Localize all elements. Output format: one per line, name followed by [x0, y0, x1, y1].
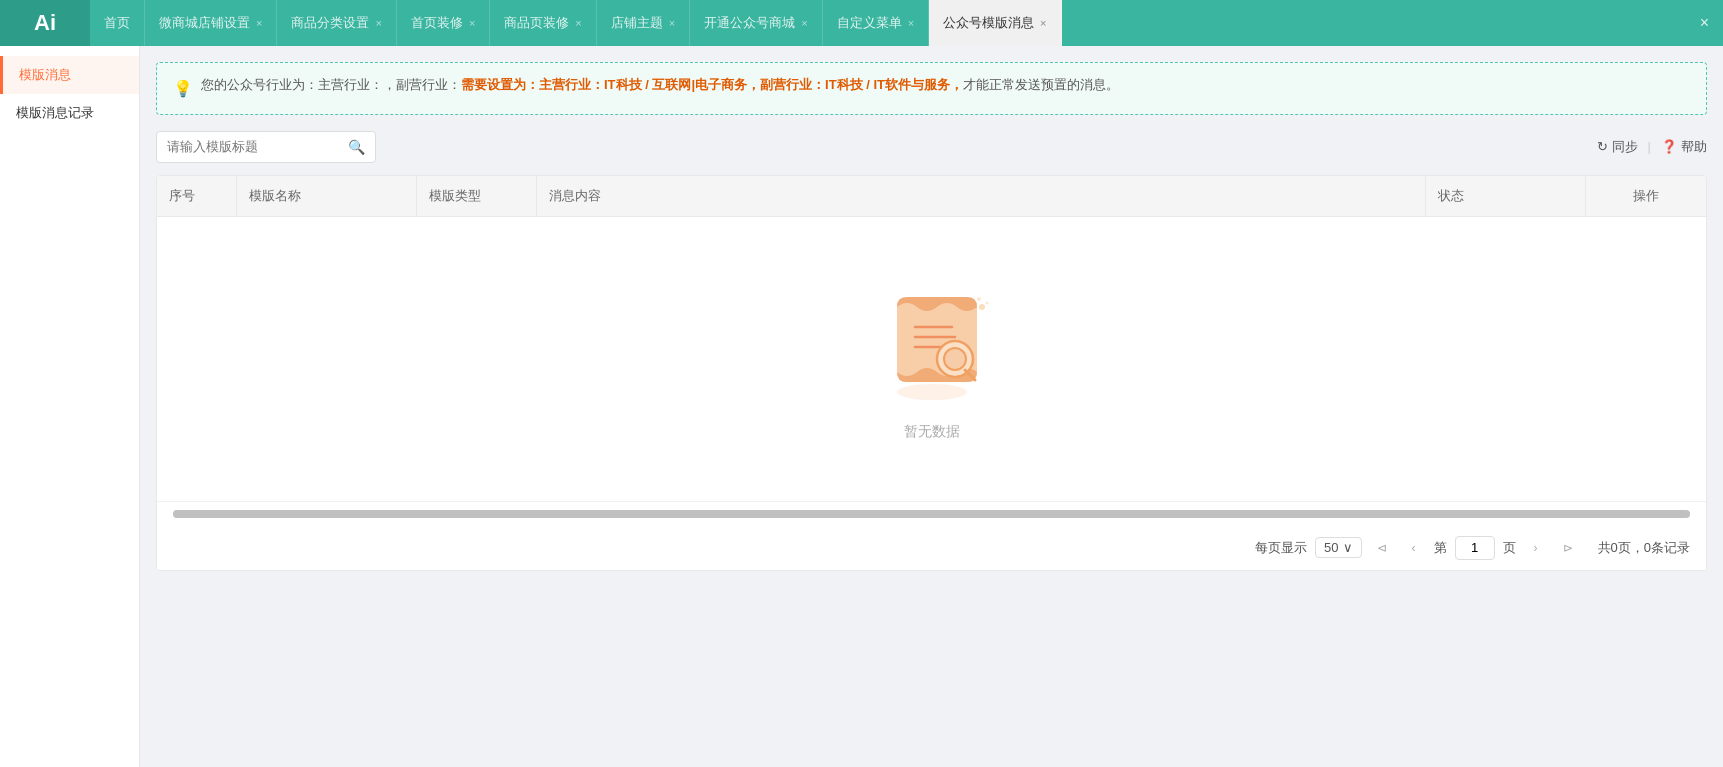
close-tab-icon[interactable]: ×	[469, 17, 475, 29]
sync-icon: ↻	[1597, 139, 1608, 154]
table-header: 序号模版名称模版类型消息内容状态操作	[157, 176, 1706, 217]
svg-point-8	[977, 297, 981, 301]
search-button[interactable]: 🔍	[348, 139, 365, 155]
nav-tab-wshop-settings[interactable]: 微商城店铺设置×	[145, 0, 277, 46]
nav-tab-product-decor[interactable]: 商品页装修×	[490, 0, 596, 46]
toolbar-right: ↻ 同步 | ❓ 帮助	[1597, 138, 1707, 156]
table-col-name: 模版名称	[237, 176, 417, 216]
scrollbar-thumb	[173, 510, 1690, 518]
search-bar: 🔍 ↻ 同步 | ❓ 帮助	[156, 131, 1707, 163]
page-prev-btn[interactable]: ‹	[1402, 536, 1426, 560]
help-icon: ❓	[1661, 139, 1677, 154]
nav-tab-open-mall[interactable]: 开通公众号商城×	[690, 0, 822, 46]
close-all-tabs-button[interactable]: ×	[1686, 14, 1723, 32]
sidebar-item-template-msg-record[interactable]: 模版消息记录	[0, 94, 139, 132]
notice-text: 您的公众号行业为：主营行业：，副营行业：需要设置为：主营行业：IT科技 / 互联…	[201, 75, 1119, 96]
scrollbar-area	[157, 501, 1706, 526]
page-label-after: 页	[1503, 539, 1516, 557]
page-size-label: 每页显示	[1255, 539, 1307, 557]
table-col-content: 消息内容	[537, 176, 1426, 216]
sync-button[interactable]: ↻ 同步	[1597, 138, 1638, 156]
notice-highlight: 需要设置为：主营行业：IT科技 / 互联网|电子商务，副营行业：IT科技 / I…	[461, 77, 963, 92]
svg-point-0	[897, 384, 967, 400]
sidebar-item-template-msg[interactable]: 模版消息	[0, 56, 139, 94]
logo: Ai	[0, 0, 90, 46]
pagination-total: 共0页，0条记录	[1598, 539, 1690, 557]
svg-point-5	[944, 348, 966, 370]
sync-label: 同步	[1612, 138, 1638, 156]
logo-text: Ai	[34, 10, 56, 36]
notice-banner: 💡 您的公众号行业为：主营行业：，副营行业：需要设置为：主营行业：IT科技 / …	[156, 62, 1707, 115]
table-col-type: 模版类型	[417, 176, 537, 216]
close-tab-icon[interactable]: ×	[1040, 17, 1046, 29]
nav-tab-template-msg[interactable]: 公众号模版消息×	[929, 0, 1061, 46]
toolbar-divider: |	[1648, 139, 1651, 154]
close-tab-icon[interactable]: ×	[375, 17, 381, 29]
table-col-status: 状态	[1426, 176, 1586, 216]
close-tab-icon[interactable]: ×	[575, 17, 581, 29]
page-label-before: 第	[1434, 539, 1447, 557]
svg-point-7	[979, 304, 985, 310]
page-input[interactable]	[1455, 536, 1495, 560]
nav-tab-store-theme[interactable]: 店铺主题×	[597, 0, 690, 46]
table-col-action: 操作	[1586, 176, 1706, 216]
close-tab-icon[interactable]: ×	[256, 17, 262, 29]
close-tab-icon[interactable]: ×	[801, 17, 807, 29]
notice-normal-1: 您的公众号行业为：主营行业：，副营行业：	[201, 77, 461, 92]
empty-svg-icon	[867, 277, 997, 407]
top-nav: Ai 首页微商城店铺设置×商品分类设置×首页装修×商品页装修×店铺主题×开通公众…	[0, 0, 1723, 46]
page-first-btn[interactable]: ⊲	[1370, 536, 1394, 560]
nav-tab-homepage-decor[interactable]: 首页装修×	[397, 0, 490, 46]
help-button[interactable]: ❓ 帮助	[1661, 138, 1707, 156]
close-tab-icon[interactable]: ×	[908, 17, 914, 29]
main-layout: 模版消息模版消息记录 💡 您的公众号行业为：主营行业：，副营行业：需要设置为：主…	[0, 46, 1723, 767]
scrollbar-track[interactable]	[173, 510, 1690, 518]
page-last-btn[interactable]: ⊳	[1556, 536, 1580, 560]
nav-tab-custom-menu[interactable]: 自定义菜单×	[823, 0, 929, 46]
search-input-wrap: 🔍	[156, 131, 376, 163]
table-container: 序号模版名称模版类型消息内容状态操作	[156, 175, 1707, 571]
content-area: 💡 您的公众号行业为：主营行业：，副营行业：需要设置为：主营行业：IT科技 / …	[140, 46, 1723, 767]
search-input[interactable]	[167, 139, 348, 154]
close-tab-icon[interactable]: ×	[669, 17, 675, 29]
pagination: 每页显示 50 ∨ ⊲ ‹ 第 页 › ⊳ 共0页，0条记录	[157, 526, 1706, 570]
nav-tab-home[interactable]: 首页	[90, 0, 145, 46]
page-size-select[interactable]: 50 ∨	[1315, 537, 1361, 558]
svg-point-9	[985, 301, 988, 304]
page-size-value: 50	[1324, 540, 1338, 555]
notice-normal-2: 才能正常发送预置的消息。	[963, 77, 1119, 92]
empty-text: 暂无数据	[904, 423, 960, 441]
sidebar: 模版消息模版消息记录	[0, 46, 140, 767]
help-label: 帮助	[1681, 138, 1707, 156]
empty-state: 暂无数据	[157, 217, 1706, 501]
table-col-index: 序号	[157, 176, 237, 216]
page-next-btn[interactable]: ›	[1524, 536, 1548, 560]
nav-tab-category-settings[interactable]: 商品分类设置×	[277, 0, 396, 46]
chevron-down-icon: ∨	[1343, 540, 1353, 555]
notice-icon: 💡	[173, 76, 193, 102]
nav-tabs: 首页微商城店铺设置×商品分类设置×首页装修×商品页装修×店铺主题×开通公众号商城…	[90, 0, 1686, 46]
empty-illustration	[867, 277, 997, 407]
